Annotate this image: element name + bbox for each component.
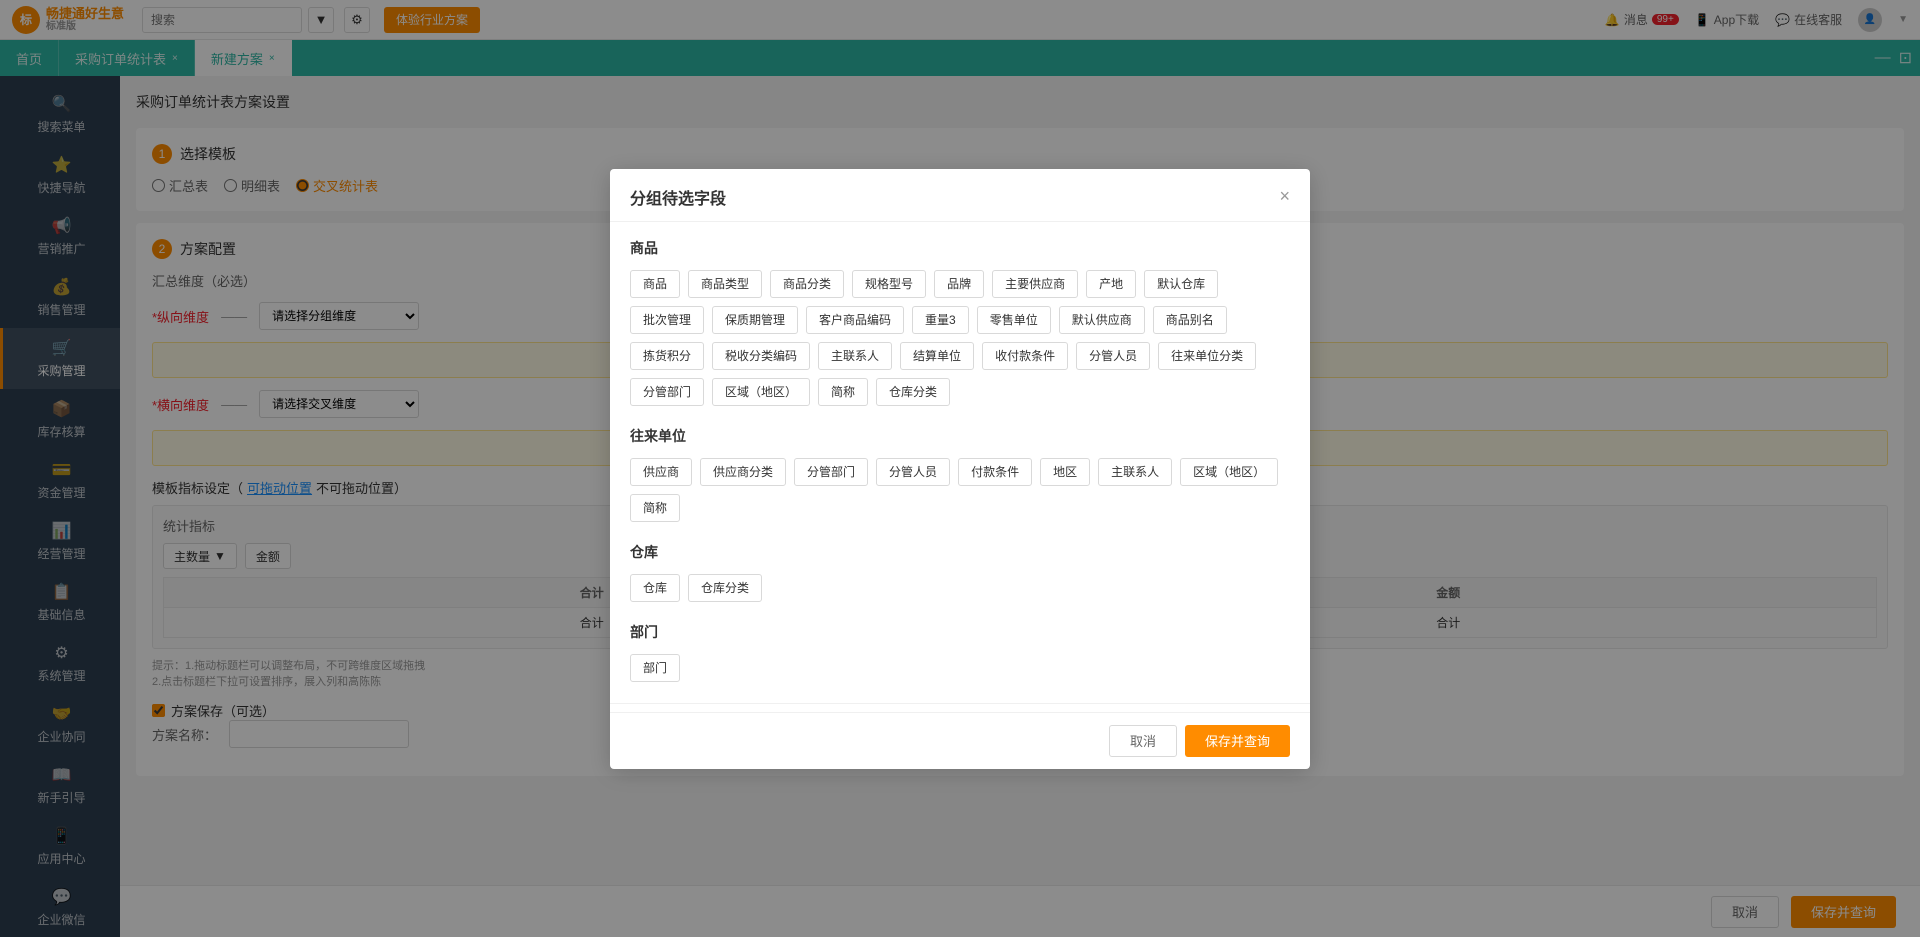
field-tag[interactable]: 部门 — [630, 654, 680, 682]
field-tag[interactable]: 供应商分类 — [700, 458, 786, 486]
field-tag[interactable]: 地区 — [1040, 458, 1090, 486]
field-tag[interactable]: 仓库 — [630, 574, 680, 602]
field-tag[interactable]: 分管人员 — [1076, 342, 1150, 370]
field-tag[interactable]: 默认供应商 — [1059, 306, 1145, 334]
field-tag[interactable]: 商品别名 — [1153, 306, 1227, 334]
field-tags-partner: 供应商 供应商分类 分管部门 分管人员 付款条件 地区 主联系人 区域（地区） … — [630, 458, 1290, 522]
modal-footer: 取消 保存并查询 — [610, 712, 1310, 769]
field-tag[interactable]: 分管部门 — [630, 378, 704, 406]
field-tags-goods: 商品 商品类型 商品分类 规格型号 品牌 主要供应商 产地 默认仓库 批次管理 … — [630, 270, 1290, 406]
field-group-goods: 商品 商品 商品类型 商品分类 规格型号 品牌 主要供应商 产地 默认仓库 批次… — [630, 238, 1290, 406]
field-tag[interactable]: 分管人员 — [876, 458, 950, 486]
field-tags-department: 部门 — [630, 654, 1290, 682]
field-tag[interactable]: 主联系人 — [1098, 458, 1172, 486]
field-tag[interactable]: 往来单位分类 — [1158, 342, 1256, 370]
field-tag[interactable]: 主要供应商 — [992, 270, 1078, 298]
field-tag[interactable]: 规格型号 — [852, 270, 926, 298]
field-group-partner-title: 往来单位 — [630, 426, 1290, 446]
field-tag[interactable]: 简称 — [630, 494, 680, 522]
field-group-warehouse: 仓库 仓库 仓库分类 — [630, 542, 1290, 602]
field-tag[interactable]: 供应商 — [630, 458, 692, 486]
field-tag[interactable]: 区域（地区） — [1180, 458, 1278, 486]
modal-title: 分组待选字段 — [630, 185, 726, 209]
field-tag[interactable]: 简称 — [818, 378, 868, 406]
field-select-modal: 分组待选字段 × 商品 商品 商品类型 商品分类 规格型号 品牌 主要供应商 产… — [610, 169, 1310, 769]
field-tag[interactable]: 默认仓库 — [1144, 270, 1218, 298]
field-tags-warehouse: 仓库 仓库分类 — [630, 574, 1290, 602]
field-tag[interactable]: 收付款条件 — [982, 342, 1068, 370]
field-tag[interactable]: 客户商品编码 — [806, 306, 904, 334]
field-tag[interactable]: 商品类型 — [688, 270, 762, 298]
field-group-department: 部门 部门 — [630, 622, 1290, 682]
field-tag[interactable]: 仓库分类 — [688, 574, 762, 602]
field-tag[interactable]: 主联系人 — [818, 342, 892, 370]
modal-overlay: 分组待选字段 × 商品 商品 商品类型 商品分类 规格型号 品牌 主要供应商 产… — [0, 0, 1920, 937]
modal-close-btn[interactable]: × — [1279, 186, 1290, 207]
field-tag[interactable]: 品牌 — [934, 270, 984, 298]
field-group-department-title: 部门 — [630, 622, 1290, 642]
field-tag[interactable]: 区域（地区） — [712, 378, 810, 406]
field-tag[interactable]: 拣货积分 — [630, 342, 704, 370]
field-tag[interactable]: 商品 — [630, 270, 680, 298]
field-tag[interactable]: 批次管理 — [630, 306, 704, 334]
field-tag[interactable]: 税收分类编码 — [712, 342, 810, 370]
field-tag[interactable]: 付款条件 — [958, 458, 1032, 486]
field-tag[interactable]: 保质期管理 — [712, 306, 798, 334]
field-group-partner: 往来单位 供应商 供应商分类 分管部门 分管人员 付款条件 地区 主联系人 区域… — [630, 426, 1290, 522]
modal-hscroll[interactable] — [610, 703, 1310, 711]
field-tag[interactable]: 商品分类 — [770, 270, 844, 298]
field-tag[interactable]: 产地 — [1086, 270, 1136, 298]
modal-cancel-btn[interactable]: 取消 — [1109, 725, 1177, 757]
modal-body: 商品 商品 商品类型 商品分类 规格型号 品牌 主要供应商 产地 默认仓库 批次… — [610, 222, 1310, 704]
field-group-warehouse-title: 仓库 — [630, 542, 1290, 562]
field-group-goods-title: 商品 — [630, 238, 1290, 258]
modal-confirm-btn[interactable]: 保存并查询 — [1185, 725, 1290, 757]
modal-header: 分组待选字段 × — [610, 169, 1310, 222]
field-tag[interactable]: 结算单位 — [900, 342, 974, 370]
field-tag[interactable]: 重量3 — [912, 306, 969, 334]
field-tag[interactable]: 仓库分类 — [876, 378, 950, 406]
field-tag[interactable]: 分管部门 — [794, 458, 868, 486]
field-tag[interactable]: 零售单位 — [977, 306, 1051, 334]
